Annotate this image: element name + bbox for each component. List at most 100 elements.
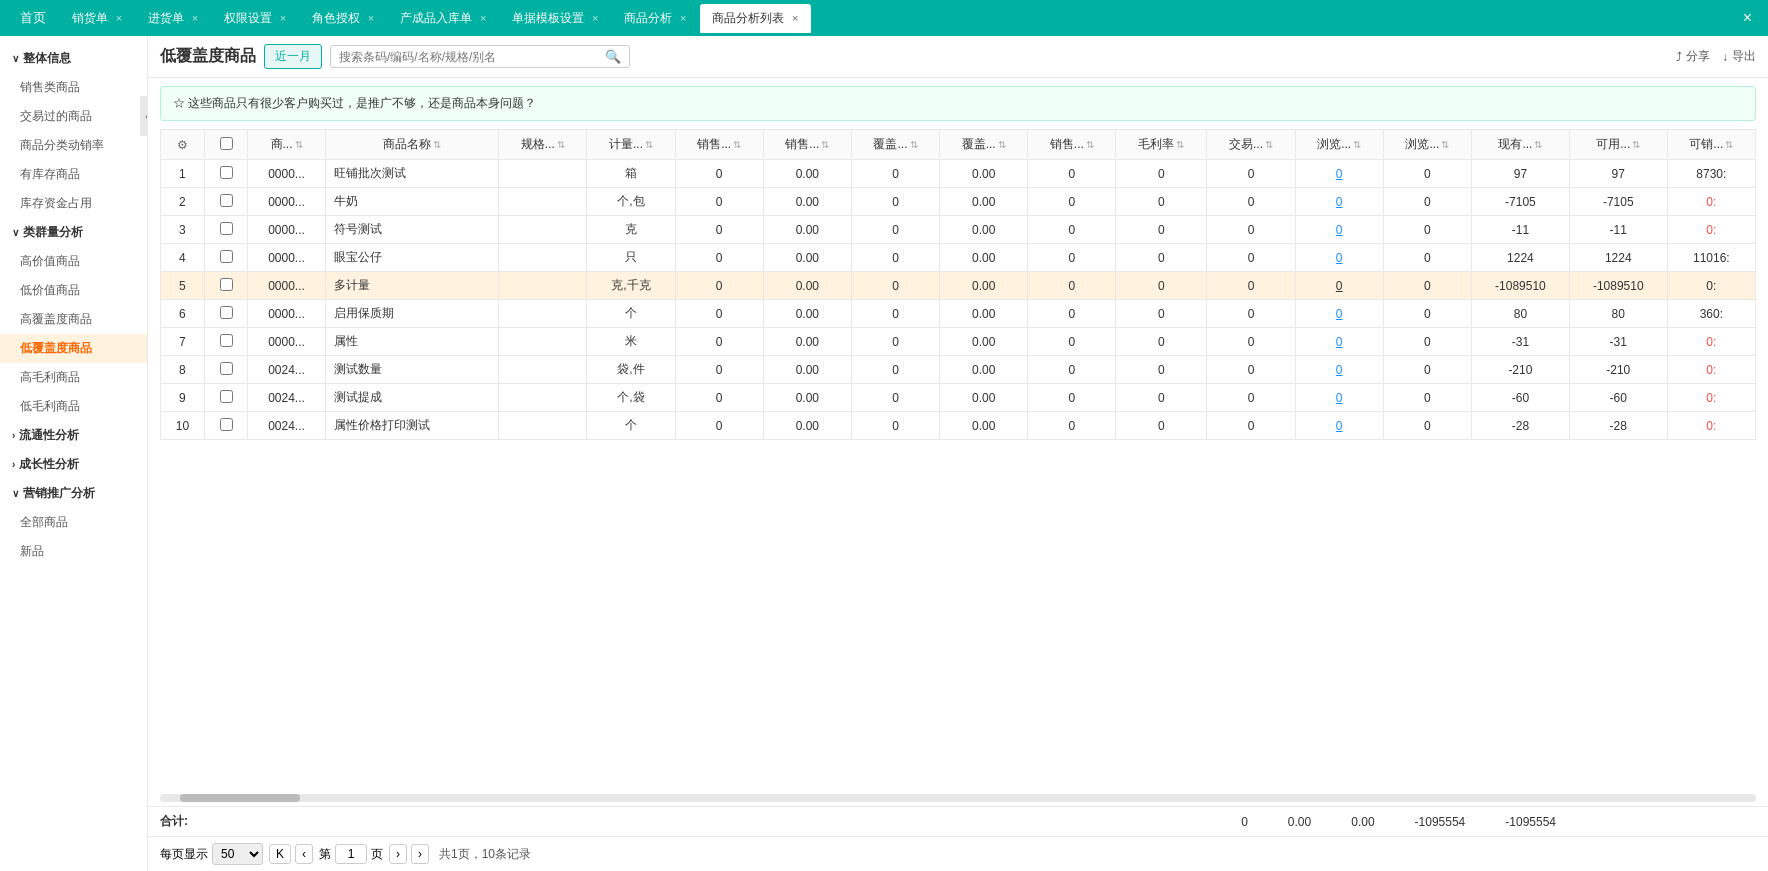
sidebar-item-new-goods[interactable]: 新品 xyxy=(0,537,147,566)
cell-cover1: 0 xyxy=(851,216,939,244)
search-box[interactable]: 🔍 xyxy=(330,45,630,68)
cell-name: 测试提成 xyxy=(325,384,498,412)
col-code[interactable]: 商...⇅ xyxy=(248,130,326,160)
sidebar-item-inventory-goods[interactable]: 有库存商品 xyxy=(0,160,147,189)
cell-checkbox[interactable] xyxy=(204,188,247,216)
col-browse1[interactable]: 浏览...⇅ xyxy=(1295,130,1383,160)
cell-browse1[interactable]: 0 xyxy=(1295,272,1383,300)
cell-browse1[interactable]: 0 xyxy=(1295,412,1383,440)
sidebar-item-sales-goods[interactable]: 销售类商品 xyxy=(0,73,147,102)
sidebar-item-high-margin[interactable]: 高毛利商品 xyxy=(0,363,147,392)
cell-unit: 个,包 xyxy=(587,188,675,216)
cell-checkbox[interactable] xyxy=(204,356,247,384)
cell-checkbox[interactable] xyxy=(204,216,247,244)
nav-purchase[interactable]: 进货单 × xyxy=(136,4,210,33)
col-checkbox[interactable] xyxy=(204,130,247,160)
col-cover2[interactable]: 覆盖...⇅ xyxy=(940,130,1028,160)
nav-home[interactable]: 首页 xyxy=(8,3,58,33)
col-sales3[interactable]: 销售...⇅ xyxy=(1028,130,1116,160)
sidebar-section-cluster[interactable]: ∨ 类群量分析 xyxy=(0,218,147,247)
sidebar-item-high-value[interactable]: 高价值商品 xyxy=(0,247,147,276)
nav-permission[interactable]: 权限设置 × xyxy=(212,4,298,33)
cell-browse1[interactable]: 0 xyxy=(1295,216,1383,244)
col-sellable[interactable]: 可销...⇅ xyxy=(1667,130,1755,160)
cell-checkbox[interactable] xyxy=(204,244,247,272)
sidebar-section-marketing[interactable]: ∨ 营销推广分析 xyxy=(0,479,147,508)
sidebar-collapse-btn[interactable]: « xyxy=(140,96,148,136)
last-page-btn[interactable]: › xyxy=(411,844,429,864)
filter-recent-month[interactable]: 近一月 xyxy=(264,44,322,69)
col-margin[interactable]: 毛利率⇅ xyxy=(1116,130,1207,160)
col-unit[interactable]: 计量...⇅ xyxy=(587,130,675,160)
search-input[interactable] xyxy=(339,50,605,64)
nav-role-close[interactable]: × xyxy=(368,12,374,24)
nav-product-analysis[interactable]: 商品分析 × xyxy=(612,4,698,33)
sidebar-item-inventory-capital[interactable]: 库存资金占用 xyxy=(0,189,147,218)
col-spec[interactable]: 规格...⇅ xyxy=(499,130,587,160)
cell-trade: 0 xyxy=(1207,244,1295,272)
sidebar-item-traded-goods[interactable]: 交易过的商品 xyxy=(0,102,147,131)
nav-sales[interactable]: 销货单 × xyxy=(60,4,134,33)
cell-browse1[interactable]: 0 xyxy=(1295,160,1383,188)
nav-product-analysis-list-close[interactable]: × xyxy=(792,12,798,24)
col-trade[interactable]: 交易...⇅ xyxy=(1207,130,1295,160)
col-browse2[interactable]: 浏览...⇅ xyxy=(1383,130,1471,160)
nav-permission-close[interactable]: × xyxy=(280,12,286,24)
sidebar-section-circulation[interactable]: › 流通性分析 xyxy=(0,421,147,450)
col-sales-amt[interactable]: 销售...⇅ xyxy=(763,130,851,160)
cell-browse1[interactable]: 0 xyxy=(1295,384,1383,412)
sidebar-item-low-value[interactable]: 低价值商品 xyxy=(0,276,147,305)
nav-product-analysis-close[interactable]: × xyxy=(680,12,686,24)
col-current-stock[interactable]: 现有...⇅ xyxy=(1471,130,1569,160)
cell-browse1[interactable]: 0 xyxy=(1295,244,1383,272)
export-button[interactable]: ↓ 导出 xyxy=(1722,48,1756,65)
col-cover1[interactable]: 覆盖...⇅ xyxy=(851,130,939,160)
nav-template[interactable]: 单据模板设置 × xyxy=(500,4,610,33)
sidebar-item-high-coverage[interactable]: 高覆盖度商品 xyxy=(0,305,147,334)
cell-browse1[interactable]: 0 xyxy=(1295,356,1383,384)
cell-checkbox[interactable] xyxy=(204,384,247,412)
prev-page-btn[interactable]: ‹ xyxy=(295,844,313,864)
nav-product-warehouse-close[interactable]: × xyxy=(480,12,486,24)
cell-checkbox[interactable] xyxy=(204,160,247,188)
cell-code: 0024... xyxy=(248,384,326,412)
first-page-btn[interactable]: K xyxy=(269,844,291,864)
cell-browse1[interactable]: 0 xyxy=(1295,188,1383,216)
cell-browse1[interactable]: 0 xyxy=(1295,328,1383,356)
select-all-checkbox[interactable] xyxy=(220,137,233,150)
cell-spec xyxy=(499,272,587,300)
sidebar-item-all-goods[interactable]: 全部商品 xyxy=(0,508,147,537)
col-available[interactable]: 可用...⇅ xyxy=(1569,130,1667,160)
window-close-btn[interactable]: × xyxy=(1735,5,1760,31)
table-row: 3 0000... 符号测试 克 0 0.00 0 0.00 0 0 0 0 0… xyxy=(161,216,1756,244)
cell-no: 3 xyxy=(161,216,205,244)
page-number-input[interactable] xyxy=(335,844,367,864)
col-settings[interactable]: ⚙ xyxy=(161,130,205,160)
table-row: 5 0000... 多计量 克,千克 0 0.00 0 0.00 0 0 0 0… xyxy=(161,272,1756,300)
next-page-btn[interactable]: › xyxy=(389,844,407,864)
sidebar-item-category-turnover[interactable]: 商品分类动销率 xyxy=(0,131,147,160)
sidebar-item-low-margin[interactable]: 低毛利商品 xyxy=(0,392,147,421)
cell-checkbox[interactable] xyxy=(204,328,247,356)
nav-product-warehouse[interactable]: 产成品入库单 × xyxy=(388,4,498,33)
sidebar-item-low-coverage[interactable]: 低覆盖度商品 xyxy=(0,334,147,363)
nav-purchase-close[interactable]: × xyxy=(192,12,198,24)
scrollbar-thumb[interactable] xyxy=(180,794,300,802)
cell-checkbox[interactable] xyxy=(204,412,247,440)
cell-checkbox[interactable] xyxy=(204,300,247,328)
nav-role[interactable]: 角色授权 × xyxy=(300,4,386,33)
nav-template-close[interactable]: × xyxy=(592,12,598,24)
col-sales-qty[interactable]: 销售...⇅ xyxy=(675,130,763,160)
nav-product-analysis-list[interactable]: 商品分析列表 × xyxy=(700,4,810,33)
per-page-select[interactable]: 20 50 100 xyxy=(212,843,263,865)
share-button[interactable]: ⤴ 分享 xyxy=(1676,48,1710,65)
cell-browse1[interactable]: 0 xyxy=(1295,300,1383,328)
cell-no: 8 xyxy=(161,356,205,384)
cell-browse2: 0 xyxy=(1383,272,1471,300)
nav-sales-close[interactable]: × xyxy=(116,12,122,24)
sidebar-section-growth[interactable]: › 成长性分析 xyxy=(0,450,147,479)
cell-checkbox[interactable] xyxy=(204,272,247,300)
sidebar-section-overall[interactable]: ∨ 整体信息 xyxy=(0,44,147,73)
col-name[interactable]: 商品名称⇅ xyxy=(325,130,498,160)
horizontal-scrollbar[interactable] xyxy=(160,794,1756,802)
